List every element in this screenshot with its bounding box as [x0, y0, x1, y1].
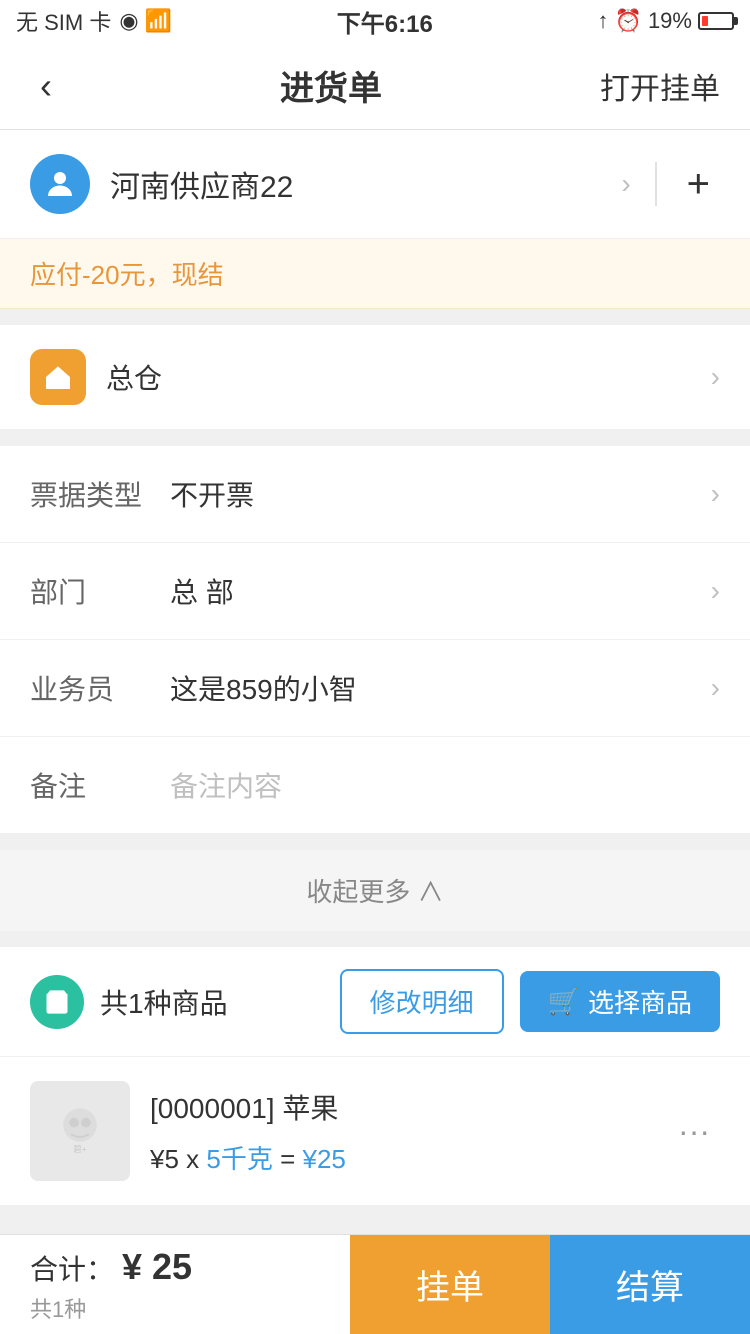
supplier-avatar — [30, 154, 90, 214]
department-value: 总 部 — [170, 571, 711, 611]
department-row[interactable]: 部门 总 部 › — [0, 543, 750, 640]
quantity: 5千克 — [206, 1144, 272, 1174]
product-info: [0000001] 苹果 ¥5 x 5千克 = ¥25 — [150, 1087, 668, 1176]
product-thumbnail: 碧+ — [30, 1081, 130, 1181]
page-title: 进货单 — [280, 61, 382, 110]
product-price: ¥5 x 5千克 = ¥25 — [150, 1139, 668, 1176]
salesperson-row[interactable]: 业务员 这是859的小智 › — [0, 640, 750, 737]
status-left: 无 SIM 卡 ◉ 📶 — [16, 5, 172, 37]
invoice-type-label: 票据类型 — [30, 474, 170, 514]
price-unit: ¥5 — [150, 1144, 179, 1174]
salesperson-label: 业务员 — [30, 668, 170, 708]
alarm-icon: ⏰ — [615, 8, 642, 34]
invoice-type-value: 不开票 — [170, 474, 711, 514]
battery-icon — [698, 12, 734, 30]
products-header: 共1种商品 修改明细 🛒 选择商品 — [0, 947, 750, 1057]
add-supplier-button[interactable]: + — [677, 162, 720, 207]
nav-bar: ‹ 进货单 打开挂单 — [0, 42, 750, 130]
invoice-chevron-icon: › — [711, 478, 720, 510]
battery-percent: 19% — [648, 8, 692, 34]
select-product-button[interactable]: 🛒 选择商品 — [520, 971, 720, 1032]
supplier-chevron-icon: › — [621, 168, 630, 200]
svg-text:碧+: 碧+ — [73, 1144, 86, 1154]
hang-button[interactable]: 挂单 — [350, 1235, 550, 1334]
products-count: 共1种商品 — [100, 982, 340, 1022]
gap — [0, 931, 750, 947]
product-name: [0000001] 苹果 — [150, 1087, 668, 1127]
supplier-divider — [655, 162, 657, 206]
products-icon-bg — [30, 975, 84, 1029]
warehouse-icon — [42, 361, 74, 393]
salesperson-chevron-icon: › — [711, 672, 720, 704]
department-label: 部门 — [30, 571, 170, 611]
bottom-bar: 合计： ¥ 25 共1种 挂单 结算 — [0, 1234, 750, 1334]
person-icon — [42, 166, 78, 202]
select-product-icon: 🛒 — [548, 986, 580, 1017]
product-title-text: 苹果 — [282, 1093, 338, 1124]
open-hang-button[interactable]: 打开挂单 — [600, 64, 720, 108]
product-code: [0000001] — [150, 1093, 275, 1124]
status-bar: 无 SIM 卡 ◉ 📶 下午6:16 ↑ ⏰ 19% — [0, 0, 750, 42]
warehouse-name: 总仓 — [106, 357, 711, 397]
back-button[interactable]: ‹ — [30, 55, 62, 117]
status-time: 下午6:16 — [337, 4, 433, 39]
checkout-button[interactable]: 结算 — [550, 1235, 750, 1334]
warehouse-chevron-icon: › — [711, 361, 720, 393]
collapse-row[interactable]: 收起更多 ∧ — [0, 850, 750, 931]
wifi-icon: ◉ 📶 — [119, 8, 172, 34]
location-icon: ↑ — [598, 8, 609, 34]
total-section: 合计： ¥ 25 共1种 — [0, 1235, 350, 1334]
supplier-section: 河南供应商22 › + 应付-20元，现结 — [0, 130, 750, 309]
edit-details-button[interactable]: 修改明细 — [340, 969, 504, 1034]
form-section: 票据类型 不开票 › 部门 总 部 › 业务员 这是859的小智 › 备注 备注… — [0, 446, 750, 834]
product-more-button[interactable]: ··· — [668, 1103, 720, 1160]
product-item: 碧+ [0000001] 苹果 ¥5 x 5千克 = ¥25 ··· — [0, 1057, 750, 1205]
product-total: ¥25 — [303, 1144, 346, 1174]
warehouse-icon-bg — [30, 349, 86, 405]
warehouse-section: 总仓 › — [0, 325, 750, 430]
status-right: ↑ ⏰ 19% — [598, 8, 734, 34]
department-chevron-icon: › — [711, 575, 720, 607]
invoice-type-row[interactable]: 票据类型 不开票 › — [0, 446, 750, 543]
remark-value[interactable]: 备注内容 — [170, 765, 720, 805]
salesperson-value: 这是859的小智 — [170, 668, 711, 708]
total-prefix: 合计： — [30, 1248, 114, 1288]
supplier-name: 河南供应商22 — [110, 162, 621, 206]
total-amount: ¥ 25 — [122, 1246, 192, 1288]
main-content: 河南供应商22 › + 应付-20元，现结 总仓 › 票据类型 不开票 › — [0, 130, 750, 1331]
carrier-label: 无 SIM 卡 — [16, 5, 111, 37]
shopping-bag-icon — [43, 988, 71, 1016]
remark-row[interactable]: 备注 备注内容 — [0, 737, 750, 834]
info-banner: 应付-20元，现结 — [0, 239, 750, 309]
total-count: 共1种 — [30, 1292, 350, 1324]
supplier-row[interactable]: 河南供应商22 › + — [0, 130, 750, 239]
total-label: 合计： ¥ 25 — [30, 1246, 350, 1288]
product-thumb-icon: 碧+ — [50, 1101, 110, 1161]
remark-label: 备注 — [30, 765, 170, 805]
products-section: 共1种商品 修改明细 🛒 选择商品 碧+ [00 — [0, 947, 750, 1205]
warehouse-row[interactable]: 总仓 › — [0, 325, 750, 430]
